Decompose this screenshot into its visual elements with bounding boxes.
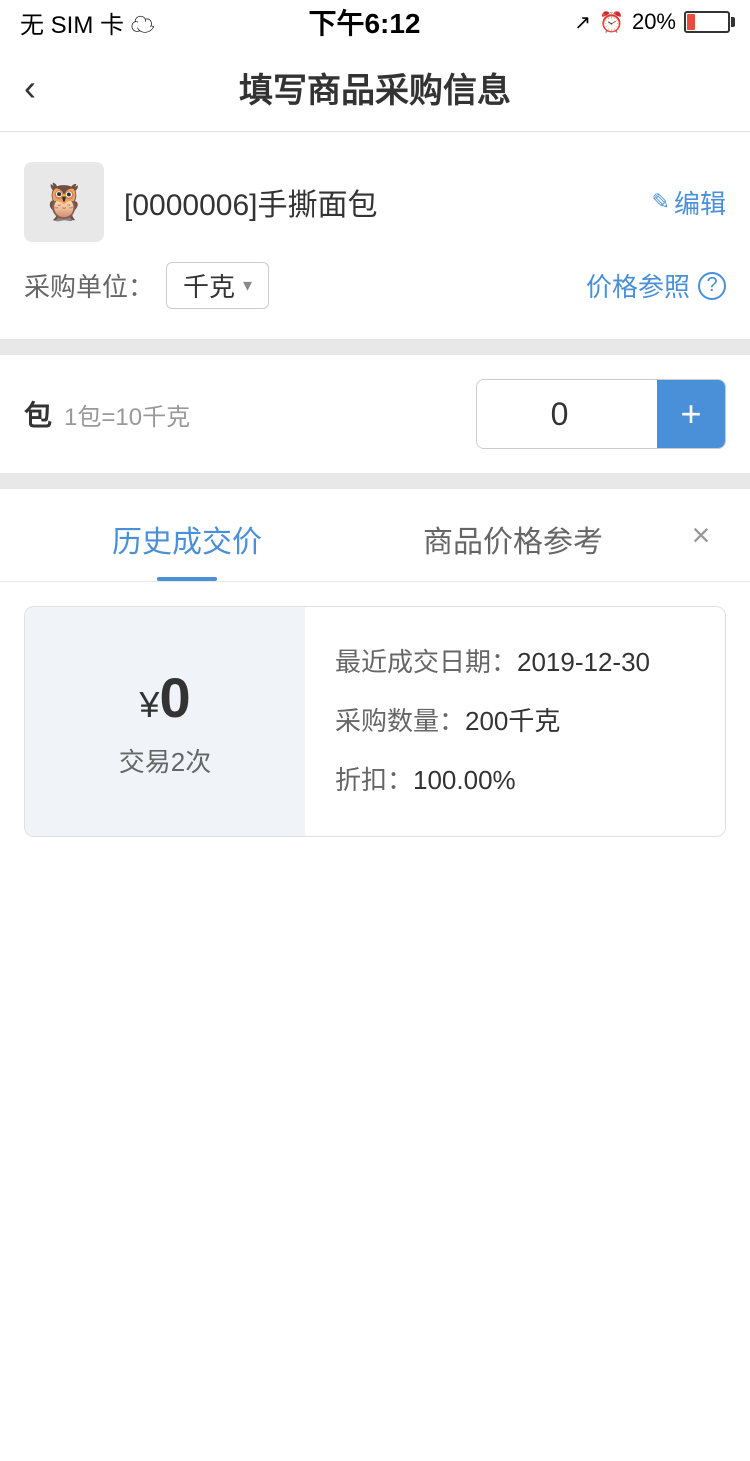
- quantity-input[interactable]: [477, 380, 657, 448]
- back-icon: ‹: [24, 67, 36, 108]
- discount-label: 折扣：: [335, 765, 413, 795]
- quantity-row: 包 1包=10千克 +: [0, 355, 750, 473]
- unit-value: 千克: [183, 267, 235, 304]
- quantity-plus-button[interactable]: +: [657, 380, 725, 448]
- battery-icon: [684, 11, 730, 33]
- divider-2: [0, 473, 750, 489]
- product-bottom-row: 采购单位： 千克 ▾ 价格参照 ?: [24, 262, 726, 309]
- recent-date-row: 最近成交日期：2019-12-30: [335, 643, 695, 682]
- edit-label: 编辑: [674, 184, 726, 221]
- product-owl-icon: 🦉: [42, 181, 87, 223]
- plus-icon: +: [680, 393, 701, 435]
- purchase-qty-value: 200千克: [465, 706, 560, 736]
- price-ref-button[interactable]: 价格参照 ?: [586, 267, 726, 304]
- product-card: 🦉 [0000006]手撕面包 ✎ 编辑 采购单位： 千克 ▾ 价格参照 ?: [0, 132, 750, 339]
- package-conversion: 1包=10千克: [64, 397, 190, 432]
- discount-row: 折扣：100.00%: [335, 761, 695, 800]
- battery-percent: 20%: [632, 9, 676, 35]
- tabs-header: 历史成交价 商品价格参考 ×: [0, 489, 750, 582]
- recent-date-value: 2019-12-30: [517, 647, 650, 677]
- purchase-qty-label: 采购数量：: [335, 706, 465, 736]
- product-top-row: 🦉 [0000006]手撕面包 ✎ 编辑: [24, 162, 726, 242]
- quantity-label: 包 1包=10千克: [24, 394, 190, 434]
- transaction-right: 最近成交日期：2019-12-30 采购数量：200千克 折扣：100.00%: [305, 607, 725, 836]
- currency-symbol: ¥: [139, 684, 159, 725]
- dropdown-icon: ▾: [243, 275, 252, 296]
- unit-select[interactable]: 千克 ▾: [166, 262, 269, 309]
- tab-history-price[interactable]: 历史成交价: [24, 489, 350, 581]
- sim-label: 无 SIM 卡 ☁: [20, 5, 155, 40]
- product-thumbnail: 🦉: [24, 162, 104, 242]
- product-left: 🦉 [0000006]手撕面包: [24, 162, 377, 242]
- status-bar: 无 SIM 卡 ☁ 下午6:12 ↗ ⏰ 20%: [0, 0, 750, 44]
- bottom-content: [0, 861, 750, 1461]
- status-right: ↗ ⏰ 20%: [574, 9, 730, 35]
- product-name: [0000006]手撕面包: [124, 180, 377, 224]
- purchase-qty-row: 采购数量：200千克: [335, 702, 695, 741]
- back-button[interactable]: ‹: [24, 67, 36, 109]
- price-value: 0: [159, 666, 190, 729]
- status-time: 下午6:12: [308, 2, 420, 42]
- location-icon: ↗: [574, 10, 591, 35]
- tabs-close-button[interactable]: ×: [676, 510, 726, 560]
- tab-product-label: 商品价格参考: [423, 526, 603, 559]
- page-title: 填写商品采购信息: [239, 63, 511, 112]
- nav-bar: ‹ 填写商品采购信息: [0, 44, 750, 132]
- status-left: 无 SIM 卡 ☁: [20, 5, 155, 40]
- battery-fill: [687, 14, 695, 30]
- price-ref-info-icon: ?: [698, 272, 726, 300]
- close-icon: ×: [692, 517, 711, 554]
- purchase-unit-label: 采购单位：: [24, 267, 154, 304]
- price-ref-label: 价格参照: [586, 267, 690, 304]
- tab-product-price[interactable]: 商品价格参考: [350, 489, 676, 581]
- package-label: 包: [24, 394, 52, 434]
- transaction-count: 交易2次: [119, 742, 211, 779]
- recent-date-label: 最近成交日期：: [335, 647, 517, 677]
- edit-icon: ✎: [652, 189, 670, 215]
- transaction-list: ¥0 交易2次 最近成交日期：2019-12-30 采购数量：200千克 折扣：…: [0, 582, 750, 861]
- edit-button[interactable]: ✎ 编辑: [652, 184, 726, 221]
- transaction-card: ¥0 交易2次 最近成交日期：2019-12-30 采购数量：200千克 折扣：…: [24, 606, 726, 837]
- quantity-input-group: +: [476, 379, 726, 449]
- discount-value: 100.00%: [413, 765, 516, 795]
- purchase-unit: 采购单位： 千克 ▾: [24, 262, 269, 309]
- transaction-price: ¥0: [139, 665, 190, 730]
- tab-history-label: 历史成交价: [112, 526, 262, 559]
- tabs-panel: 历史成交价 商品价格参考 × ¥0 交易2次 最近成交日期：2019-12-30…: [0, 489, 750, 861]
- alarm-icon: ⏰: [599, 10, 624, 35]
- divider-1: [0, 339, 750, 355]
- transaction-left: ¥0 交易2次: [25, 607, 305, 836]
